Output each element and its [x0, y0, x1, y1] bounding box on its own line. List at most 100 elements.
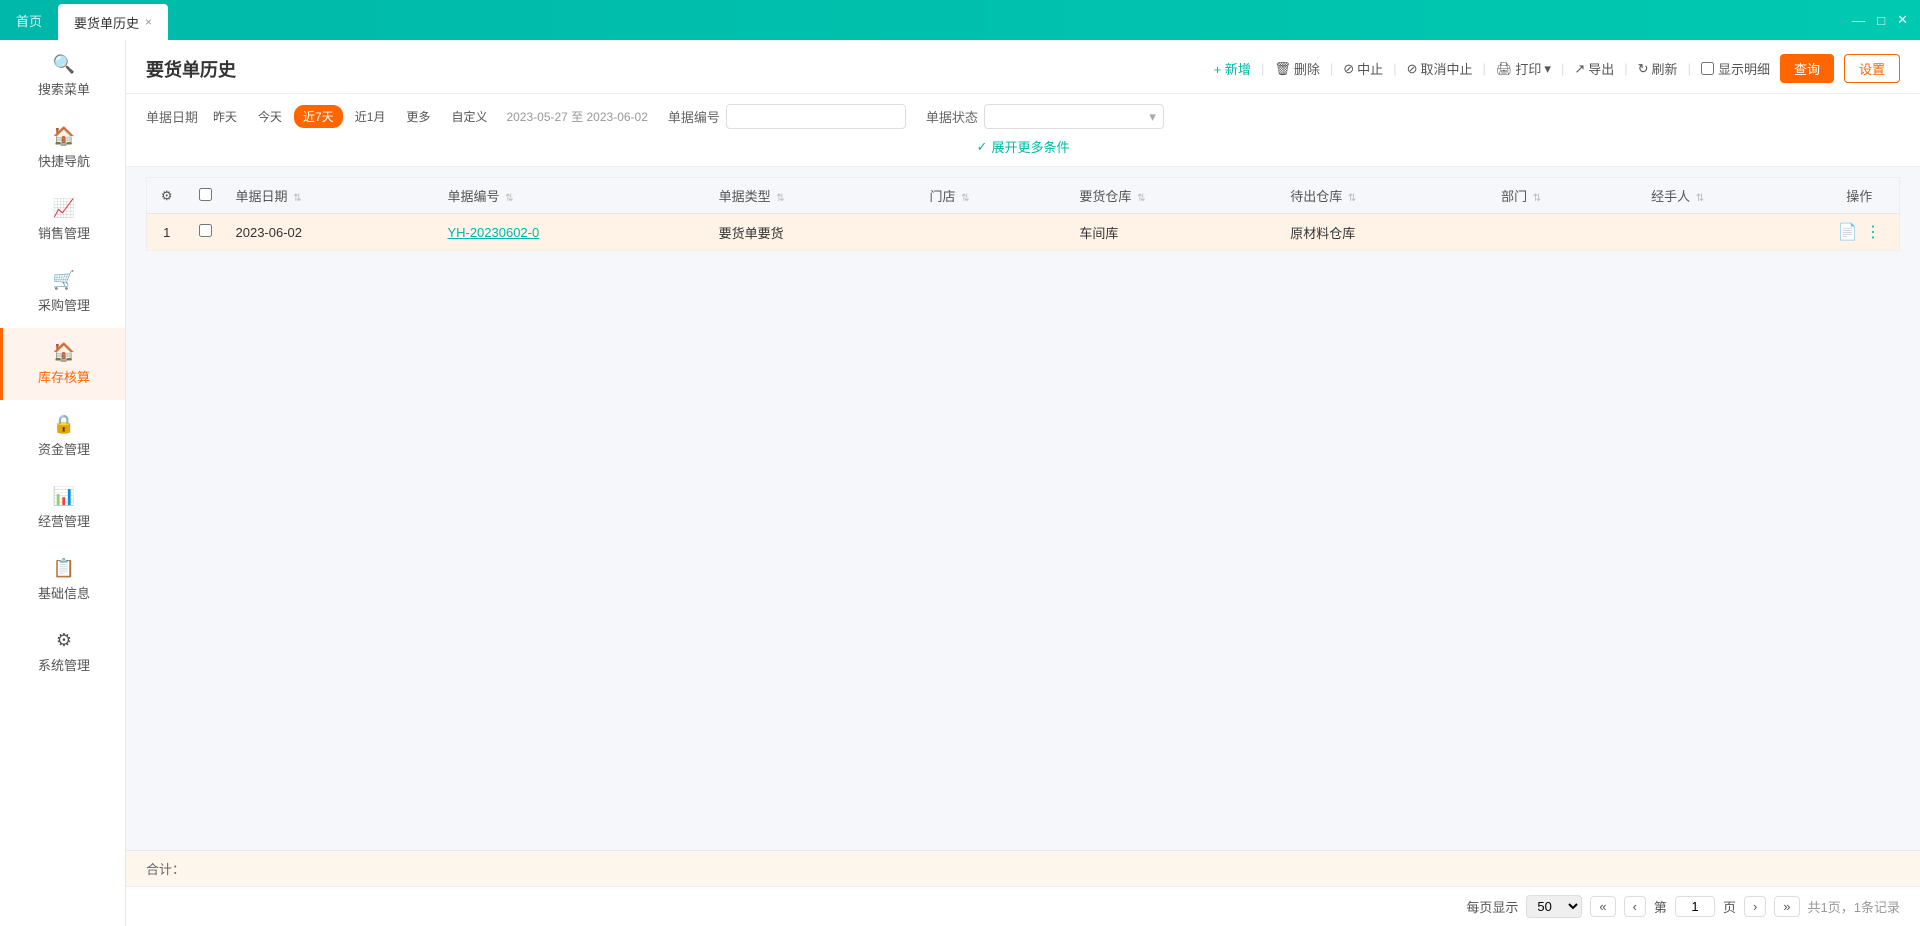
sidebar-item-inventory[interactable]: 🏠 库存核算 [0, 328, 125, 400]
date-btn-yesterday[interactable]: 昨天 [204, 105, 246, 128]
date-buttons: 昨天 今天 近7天 近1月 更多 自定义 [204, 105, 496, 128]
sep5: | [1561, 61, 1564, 76]
th-handler-label: 经手人 [1651, 189, 1690, 204]
th-pending-warehouse-label: 待出仓库 [1290, 189, 1342, 204]
page-title: 要货单历史 [146, 56, 236, 82]
sidebar: 🔍 搜索菜单 🏠 快捷导航 📈 销售管理 🛒 采购管理 🏠 库存核算 🔒 资金管… [0, 40, 126, 926]
th-req-warehouse[interactable]: 要货仓库 ⇅ [1067, 178, 1278, 214]
stop-button[interactable]: ⊘ 中止 [1343, 59, 1383, 78]
sidebar-item-operation-label: 经营管理 [38, 511, 90, 530]
export-button[interactable]: ↗ 导出 [1574, 59, 1614, 78]
sidebar-item-quicknav[interactable]: 🏠 快捷导航 [0, 112, 125, 184]
th-doc-date[interactable]: 单据日期 ⇅ [224, 178, 436, 214]
tab-home[interactable]: 首页 [0, 0, 58, 40]
sidebar-item-purchase[interactable]: 🛒 采购管理 [0, 256, 125, 328]
status-select[interactable] [984, 104, 1164, 129]
sidebar-item-quicknav-label: 快捷导航 [38, 151, 90, 170]
basic-icon: 📋 [53, 558, 75, 579]
sidebar-item-basic[interactable]: 📋 基础信息 [0, 544, 125, 616]
date-btn-1month[interactable]: 近1月 [346, 105, 395, 128]
row-doc-no-link[interactable]: YH-20230602-0 [447, 225, 539, 240]
table-area: ⚙ 单据日期 ⇅ 单据编号 ⇅ 单据类型 [126, 167, 1920, 850]
export-icon: ↗ [1574, 61, 1585, 77]
date-btn-7days[interactable]: 近7天 [294, 105, 343, 128]
th-doc-type[interactable]: 单据类型 ⇅ [707, 178, 918, 214]
date-btn-today[interactable]: 今天 [249, 105, 291, 128]
close-window-button[interactable]: ✕ [1897, 12, 1908, 28]
delete-button[interactable]: 🗑 删除 [1274, 59, 1320, 78]
new-button[interactable]: + 新增 [1214, 59, 1251, 78]
summary-label: 合计： [146, 859, 185, 878]
page-size-select[interactable]: 50 10 20 100 [1526, 895, 1582, 918]
table-footer: 合计： [126, 850, 1920, 886]
cancel-stop-button[interactable]: ⊘ 取消中止 [1407, 59, 1473, 78]
finance-icon: 🔒 [53, 414, 75, 435]
th-doc-no[interactable]: 单据编号 ⇅ [435, 178, 706, 214]
th-settings[interactable]: ⚙ [147, 178, 187, 214]
sort-department-icon: ⇅ [1533, 193, 1541, 204]
docno-input[interactable] [726, 104, 906, 129]
query-button[interactable]: 查询 [1780, 54, 1834, 83]
refresh-button[interactable]: ↻ 刷新 [1638, 59, 1678, 78]
quick-nav-icon: 🏠 [53, 126, 75, 147]
sort-store-icon: ⇅ [961, 193, 969, 204]
delete-icon: 🗑 [1274, 61, 1291, 77]
row-check-cell[interactable] [187, 214, 224, 251]
th-department-label: 部门 [1501, 189, 1527, 204]
display-detail-toggle[interactable]: 显示明细 [1701, 59, 1770, 78]
minimize-button[interactable]: — [1852, 13, 1865, 28]
row-doc-date: 2023-06-02 [224, 214, 436, 251]
th-pending-warehouse[interactable]: 待出仓库 ⇅ [1278, 178, 1489, 214]
sidebar-item-search[interactable]: 🔍 搜索菜单 [0, 40, 125, 112]
row-edit-icon[interactable]: 📄 [1837, 224, 1857, 241]
display-detail-label: 显示明细 [1718, 59, 1770, 78]
jump-label: 第 [1654, 897, 1667, 916]
row-more-icon[interactable]: ⋮ [1865, 224, 1881, 241]
filter-bar: 单据日期 昨天 今天 近7天 近1月 更多 自定义 2023-05-27 至 2… [126, 94, 1920, 167]
close-tab-icon[interactable]: × [145, 15, 152, 29]
th-handler[interactable]: 经手人 ⇅ [1639, 178, 1819, 214]
export-label: 导出 [1588, 59, 1614, 78]
display-detail-checkbox[interactable] [1701, 62, 1714, 75]
date-filter-label: 单据日期 [146, 107, 198, 126]
date-range-display: 2023-05-27 至 2023-06-02 [506, 108, 647, 125]
row-doc-no[interactable]: YH-20230602-0 [435, 214, 706, 251]
sales-icon: 📈 [53, 198, 75, 219]
select-all-checkbox[interactable] [199, 188, 212, 201]
expand-conditions-button[interactable]: ✓ 展开更多条件 [977, 137, 1070, 156]
cancel-stop-icon: ⊘ [1407, 61, 1418, 77]
prev-page-button[interactable]: ‹ [1624, 896, 1646, 917]
sidebar-item-system[interactable]: ⚙ 系统管理 [0, 616, 125, 688]
date-btn-more[interactable]: 更多 [397, 105, 439, 128]
next-page-button[interactable]: › [1744, 896, 1766, 917]
th-check[interactable] [187, 178, 224, 214]
tab-history[interactable]: 要货单历史 × [58, 4, 168, 40]
sidebar-item-sales[interactable]: 📈 销售管理 [0, 184, 125, 256]
last-page-button[interactable]: » [1774, 896, 1799, 917]
first-page-button[interactable]: « [1590, 896, 1615, 917]
page-size-label: 每页显示 [1466, 897, 1518, 916]
delete-label: 删除 [1294, 59, 1320, 78]
sidebar-item-finance[interactable]: 🔒 资金管理 [0, 400, 125, 472]
settings-button[interactable]: 设置 [1844, 54, 1900, 83]
sep2: | [1330, 61, 1333, 76]
row-checkbox[interactable] [199, 224, 212, 237]
total-info: 共1页，1条记录 [1808, 897, 1900, 916]
date-btn-custom[interactable]: 自定义 [442, 105, 496, 128]
sidebar-item-operation[interactable]: 📊 经营管理 [0, 472, 125, 544]
row-handler [1639, 214, 1819, 251]
table-header-row: ⚙ 单据日期 ⇅ 单据编号 ⇅ 单据类型 [147, 178, 1900, 214]
maximize-button[interactable]: □ [1877, 13, 1885, 28]
th-ops-label: 操作 [1846, 189, 1872, 204]
status-filter-label: 单据状态 [926, 107, 978, 126]
th-req-warehouse-label: 要货仓库 [1079, 189, 1131, 204]
top-bar-right: — □ ✕ [1852, 12, 1920, 28]
inventory-icon: 🏠 [53, 342, 75, 363]
sidebar-item-finance-label: 资金管理 [38, 439, 90, 458]
th-department[interactable]: 部门 ⇅ [1489, 178, 1639, 214]
row-index: 1 [147, 214, 187, 251]
print-button[interactable]: 🖨 打印 ▾ [1496, 59, 1551, 78]
page-input[interactable] [1675, 896, 1715, 917]
stop-label: 中止 [1357, 59, 1383, 78]
th-store[interactable]: 门店 ⇅ [917, 178, 1067, 214]
